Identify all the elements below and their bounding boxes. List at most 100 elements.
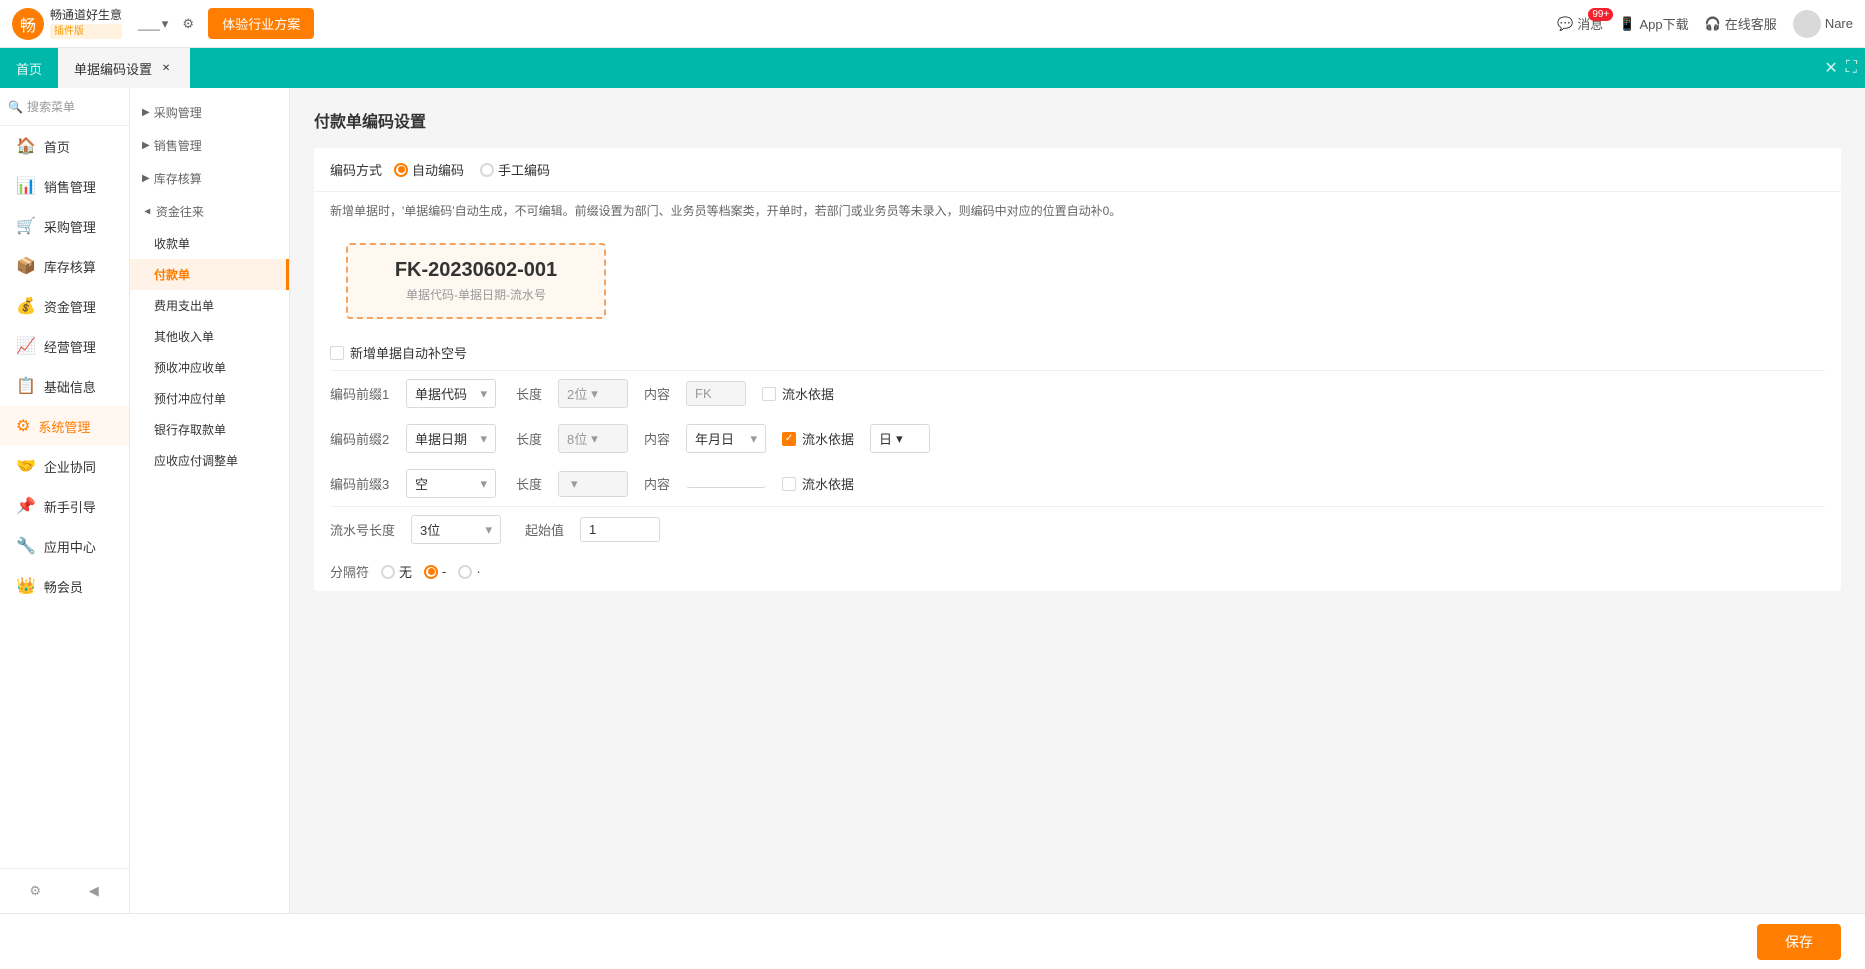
sidebar-item-inventory[interactable]: 📦 库存核算 — [0, 246, 129, 286]
config-row-3: 编码前缀3 空 ▾ 长度 ▾ 内容 流水依据 — [314, 461, 1841, 506]
sidebar-bottom: ⚙ ◀ — [0, 868, 129, 913]
tab-encoding-settings[interactable]: 单据编码设置 ✕ — [58, 48, 190, 88]
online-service-item[interactable]: 🎧 在线客服 — [1705, 14, 1777, 33]
left-nav-group-purchase-title[interactable]: ▶ 采购管理 — [130, 96, 289, 129]
manual-encode-radio[interactable]: 手工编码 — [480, 160, 550, 179]
sep-dot2-dot — [458, 565, 472, 579]
app-download-item[interactable]: 📱 App下载 — [1619, 14, 1688, 33]
sidebar-item-operation[interactable]: 📈 经营管理 — [0, 326, 129, 366]
flow-num-select[interactable]: 3位 ▾ — [411, 515, 501, 544]
sidebar-item-purchase[interactable]: 🛒 采购管理 — [0, 206, 129, 246]
user-avatar[interactable]: Nare — [1793, 10, 1853, 38]
left-nav-leaf-receipt[interactable]: 收款单 — [130, 228, 289, 259]
home-tab-label: 首页 — [16, 59, 42, 78]
chevron-right-icon: ▶ — [142, 107, 150, 118]
message-item[interactable]: 💬 消息 99+ — [1557, 14, 1603, 33]
sidebar-item-guide[interactable]: 📌 新手引导 — [0, 486, 129, 526]
prefix-select-1[interactable]: 单据代码 ▾ — [406, 379, 496, 408]
sidebar-item-sales[interactable]: 📊 销售管理 — [0, 166, 129, 206]
chevron-down-icon: ▼ — [141, 207, 152, 217]
sep-none-label: 无 — [399, 562, 412, 581]
phone-icon: 📱 — [1619, 16, 1635, 32]
config-row-2: 编码前缀2 单据日期 ▾ 长度 8位 ▾ 内容 年月日 ▾ — [314, 416, 1841, 461]
auto-fill-checkbox[interactable]: 新增单据自动补空号 — [330, 343, 467, 362]
left-nav-group-purchase: ▶ 采购管理 — [130, 96, 289, 129]
sidebar-item-label: 系统管理 — [38, 417, 90, 436]
prefix-label-2: 编码前缀2 — [330, 429, 390, 448]
sidebar-item-system[interactable]: ⚙ 系统管理 — [0, 406, 129, 446]
prefix-select-2[interactable]: 单据日期 ▾ — [406, 424, 496, 453]
sidebar-item-finance[interactable]: 💰 资金管理 — [0, 286, 129, 326]
left-nav-leaf-adjustment[interactable]: 应收应付调整单 — [130, 445, 289, 476]
day-select-2[interactable]: 日 ▾ — [870, 424, 930, 453]
sidebar-search[interactable]: 🔍 搜索菜单 — [0, 88, 129, 126]
content-value-1: FK — [686, 381, 746, 406]
left-nav-leaf-other-income[interactable]: 其他收入单 — [130, 321, 289, 352]
sidebar-item-collab[interactable]: 🤝 企业协同 — [0, 446, 129, 486]
flow-num-value: 3位 — [420, 520, 440, 539]
left-nav-leaf-bank[interactable]: 银行存取款单 — [130, 414, 289, 445]
encoding-tab-label: 单据编码设置 — [74, 59, 152, 78]
length-control-2[interactable]: 8位 ▾ — [558, 424, 628, 453]
logo-text: 畅通道好生意 插件版 — [50, 8, 122, 39]
sep-dot-radio[interactable]: - — [424, 564, 446, 579]
length-control-3[interactable]: ▾ — [558, 471, 628, 497]
left-nav-group-inventory-title[interactable]: ▶ 库存核算 — [130, 162, 289, 195]
prefix-value-3: 空 — [415, 474, 428, 493]
sep-dot2-radio[interactable]: · — [458, 564, 480, 579]
sep-dot-dot — [424, 565, 438, 579]
left-nav-leaf-pre-offset-ap[interactable]: 预付冲应付单 — [130, 383, 289, 414]
left-nav-leaf-payment[interactable]: 付款单 — [130, 259, 289, 290]
length-control-1[interactable]: 2位 ▾ — [558, 379, 628, 408]
prefix-select-3[interactable]: 空 ▾ — [406, 469, 496, 498]
main-wrapper: 🔍 搜索菜单 🏠 首页 📊 销售管理 🛒 采购管理 📦 库存核算 💰 资金管理 … — [0, 88, 1865, 913]
start-value-input[interactable] — [580, 517, 660, 542]
sidebar-item-basic[interactable]: 📋 基础信息 — [0, 366, 129, 406]
inventory-icon: 📦 — [16, 256, 36, 276]
waterflow-checkbox-2[interactable]: ✓ 流水依据 — [782, 429, 854, 448]
encoding-radio-group: 自动编码 手工编码 — [394, 160, 550, 179]
sidebar-item-apps[interactable]: 🔧 应用中心 — [0, 526, 129, 566]
sidebar-item-vip[interactable]: 👑 畅会员 — [0, 566, 129, 606]
length-value-1: 2位 — [567, 384, 587, 403]
experience-button[interactable]: 体验行业方案 — [208, 8, 314, 39]
nav-dropdown[interactable]: ___ ▾ — [138, 16, 168, 32]
waterflow-checkbox-3[interactable]: 流水依据 — [782, 474, 854, 493]
settings-icon[interactable]: ⚙ — [174, 10, 202, 38]
collapse-icon[interactable]: ✕ — [1824, 58, 1837, 78]
sidebar-item-label: 新手引导 — [44, 497, 96, 516]
content-select-2[interactable]: 年月日 ▾ — [686, 424, 766, 453]
logo: 畅 畅通道好生意 插件版 — [12, 8, 122, 40]
left-nav-leaf-expense[interactable]: 费用支出单 — [130, 290, 289, 321]
settings-bottom-btn[interactable]: ⚙ — [8, 879, 63, 903]
auto-encode-radio[interactable]: 自动编码 — [394, 160, 464, 179]
length-value-2: 8位 — [567, 429, 587, 448]
left-nav-group-funds-title[interactable]: ▼ 资金往来 — [130, 195, 289, 228]
setting-panel: 编码方式 自动编码 手工编码 新增单据时，'单据编码'自动生成，不可编辑。前缀设… — [314, 148, 1841, 591]
left-nav-group-sales-title[interactable]: ▶ 销售管理 — [130, 129, 289, 162]
purchase-icon: 🛒 — [16, 216, 36, 236]
chevron-right-icon: ▶ — [142, 173, 150, 184]
apps-icon: 🔧 — [16, 536, 36, 556]
waterflow-checkbox-1[interactable]: 流水依据 — [762, 384, 834, 403]
chevron-right-icon: ▶ — [142, 140, 150, 151]
collapse-sidebar-btn[interactable]: ◀ — [67, 879, 122, 903]
content-area: ▶ 采购管理 ▶ 销售管理 ▶ 库存核算 ▼ 资金往来 — [130, 88, 1865, 913]
home-icon: 🏠 — [16, 136, 36, 156]
group-label: 销售管理 — [154, 137, 202, 154]
tab-home[interactable]: 首页 — [0, 48, 58, 88]
content-label-1: 内容 — [644, 384, 670, 403]
close-tab-icon[interactable]: ✕ — [158, 60, 174, 76]
expand-icon[interactable]: ⛶ — [1846, 59, 1857, 77]
sidebar-item-home[interactable]: 🏠 首页 — [0, 126, 129, 166]
save-button[interactable]: 保存 — [1757, 924, 1841, 960]
sidebar-item-label: 资金管理 — [44, 297, 96, 316]
separator-label: 分隔符 — [330, 562, 369, 581]
waterflow-cb-2: ✓ — [782, 432, 796, 446]
chevron-down-icon: ▾ — [591, 386, 598, 402]
chevron-down-icon: ▾ — [751, 431, 758, 447]
chevron-down-icon: ▾ — [480, 476, 487, 492]
sep-none-radio[interactable]: 无 — [381, 562, 412, 581]
left-nav-leaf-pre-offset-ar[interactable]: 预收冲应收单 — [130, 352, 289, 383]
sidebar-item-label: 基础信息 — [44, 377, 96, 396]
